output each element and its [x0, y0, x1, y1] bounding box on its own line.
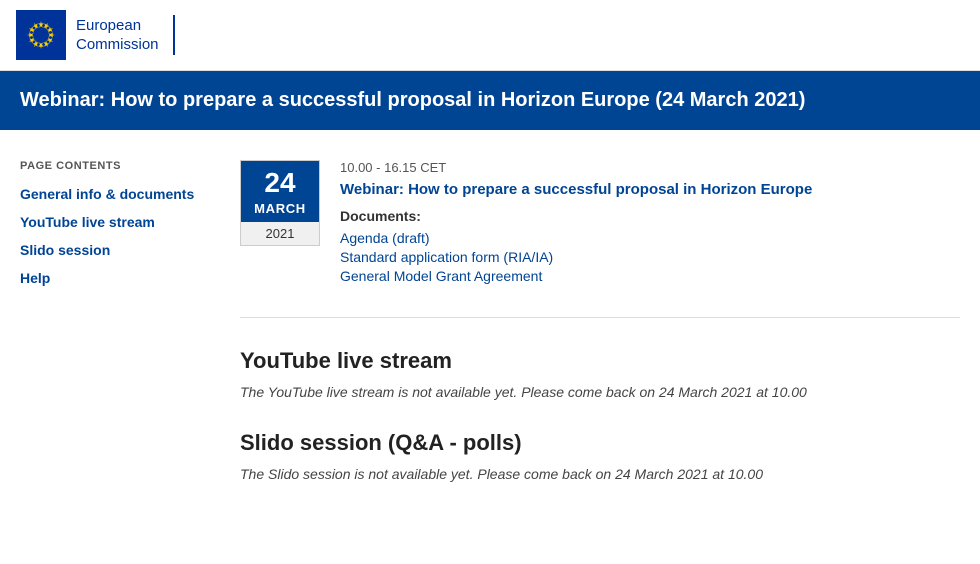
calendar-icon: 24 MARCH 2021: [240, 160, 320, 246]
event-card: 24 MARCH 2021 10.00 - 16.15 CET Webinar:…: [240, 160, 960, 318]
slido-section: Slido session (Q&A - polls) The Slido se…: [240, 430, 960, 482]
doc-link-agenda[interactable]: Agenda (draft): [340, 230, 960, 246]
org-name: European Commission: [76, 16, 159, 55]
youtube-section-title: YouTube live stream: [240, 348, 960, 374]
sidebar-link-youtube[interactable]: YouTube live stream: [20, 214, 220, 230]
site-header: European Commission: [0, 0, 980, 71]
eu-flag-icon: [16, 10, 66, 60]
sidebar-link-slido[interactable]: Slido session: [20, 242, 220, 258]
header-divider: [173, 15, 175, 55]
content-area: 24 MARCH 2021 10.00 - 16.15 CET Webinar:…: [240, 160, 960, 512]
youtube-section-note: The YouTube live stream is not available…: [240, 384, 960, 400]
cal-year: 2021: [241, 222, 319, 245]
doc-link-grant-agreement[interactable]: General Model Grant Agreement: [340, 268, 960, 284]
sidebar-link-general-info[interactable]: General info & documents: [20, 186, 220, 202]
sidebar: PAGE CONTENTS General info & documents Y…: [20, 160, 240, 512]
event-title: Webinar: How to prepare a successful pro…: [340, 181, 960, 198]
youtube-section: YouTube live stream The YouTube live str…: [240, 348, 960, 400]
sidebar-link-help[interactable]: Help: [20, 270, 220, 286]
slido-section-title: Slido session (Q&A - polls): [240, 430, 960, 456]
ec-logo: European Commission: [16, 10, 175, 60]
doc-link-app-form[interactable]: Standard application form (RIA/IA): [340, 249, 960, 265]
main-content: PAGE CONTENTS General info & documents Y…: [0, 130, 980, 542]
banner-title: Webinar: How to prepare a successful pro…: [20, 89, 805, 111]
cal-month: MARCH: [241, 201, 319, 222]
sidebar-section-label: PAGE CONTENTS: [20, 160, 220, 172]
event-details: 10.00 - 16.15 CET Webinar: How to prepar…: [340, 160, 960, 287]
event-time: 10.00 - 16.15 CET: [340, 160, 960, 175]
cal-day: 24: [241, 161, 319, 201]
page-banner: Webinar: How to prepare a successful pro…: [0, 71, 980, 130]
slido-section-note: The Slido session is not available yet. …: [240, 466, 960, 482]
docs-label: Documents:: [340, 208, 960, 224]
